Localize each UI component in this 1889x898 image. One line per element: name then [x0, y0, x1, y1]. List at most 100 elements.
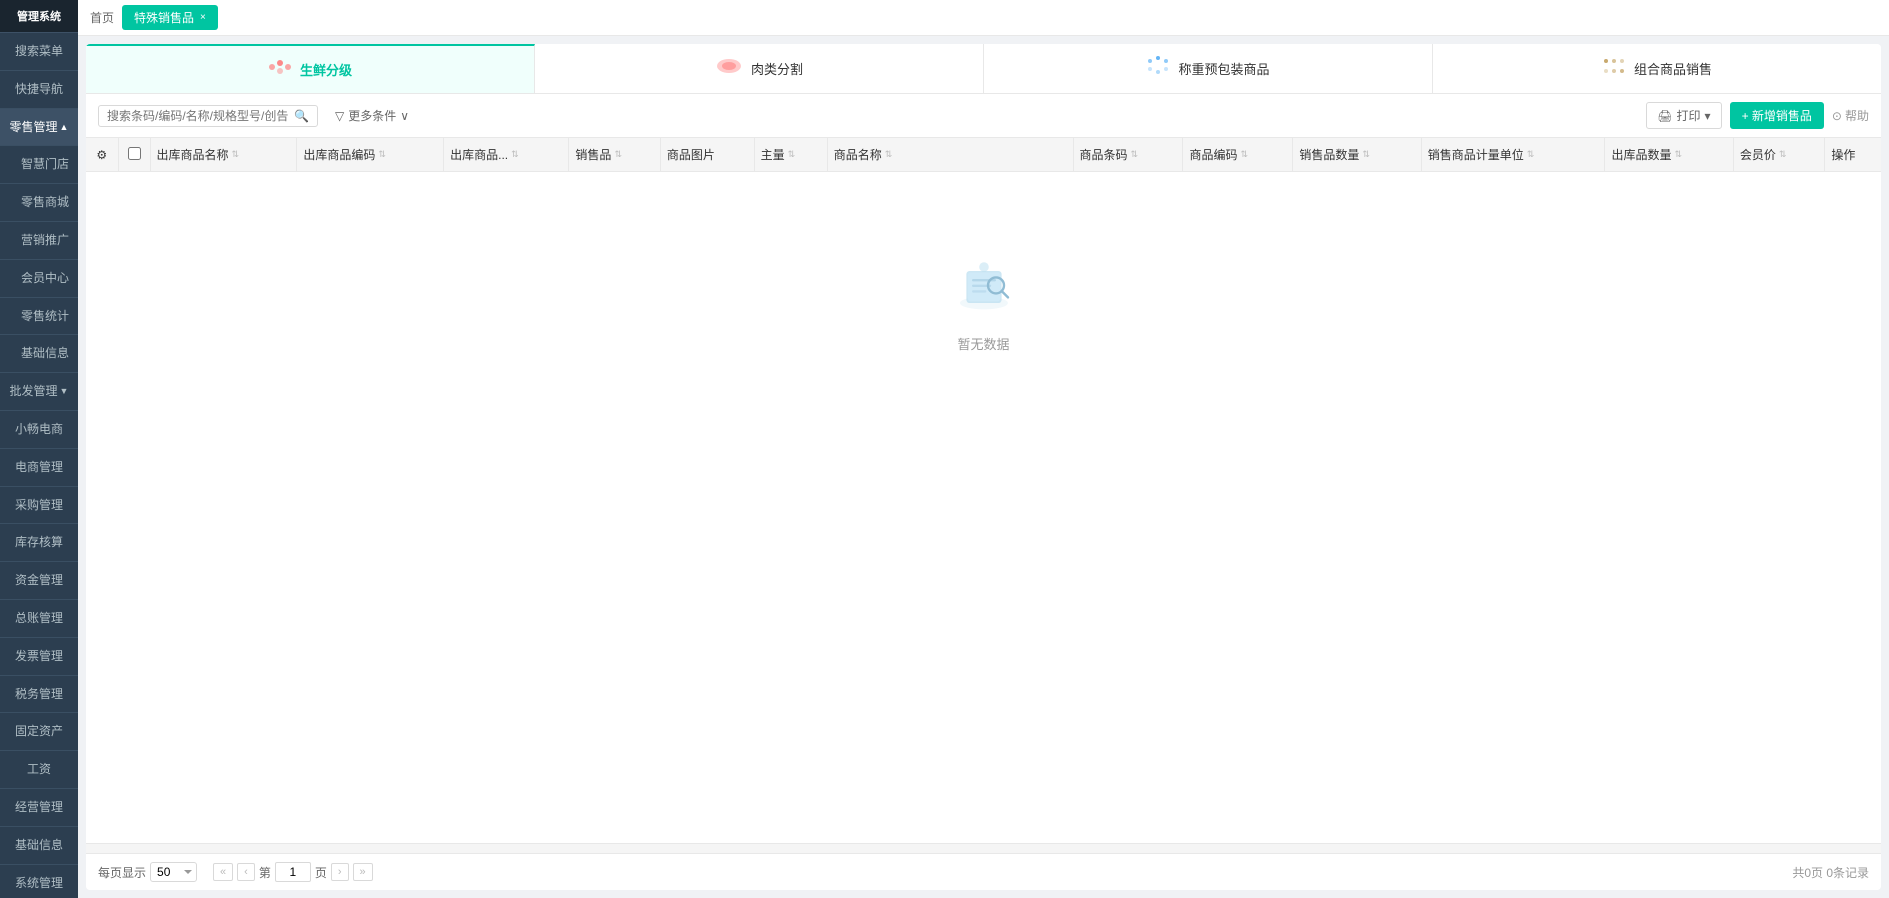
sidebar-item-retail-mall[interactable]: 零售商城: [0, 184, 78, 222]
search-icon[interactable]: 🔍: [294, 109, 309, 123]
category-tabs: 生鲜分级 肉类分割: [86, 44, 1881, 94]
new-product-label: + 新增销售品: [1742, 107, 1812, 124]
page-label: 第: [259, 864, 271, 881]
col-sale-quantity[interactable]: 销售品数量⇅: [1293, 138, 1421, 172]
sidebar-item-sys-mgmt[interactable]: 系统管理: [0, 865, 78, 898]
search-input[interactable]: [107, 109, 290, 123]
sidebar-item-basic-info-1[interactable]: 基础信息: [0, 335, 78, 373]
tab-close-icon[interactable]: ×: [200, 12, 206, 23]
col-settings[interactable]: ⚙: [86, 138, 118, 172]
sidebar-item-member-center[interactable]: 会员中心: [0, 260, 78, 298]
page-content: 生鲜分级 肉类分割: [86, 44, 1881, 890]
col-product-image: 商品图片: [660, 138, 754, 172]
per-page-select[interactable]: 10 20 50 100: [150, 862, 197, 882]
help-label: 帮助: [1845, 107, 1869, 124]
col-sale-unit[interactable]: 销售商品计量单位⇅: [1421, 138, 1605, 172]
print-label: 打印: [1677, 107, 1701, 124]
sidebar: 管理系统 搜索菜单 快捷导航 零售管理 ▲ 智慧门店 零售商城 营销推广 会员中…: [0, 0, 78, 898]
col-action: 操作: [1825, 138, 1881, 172]
print-button[interactable]: 🖨 打印 ▾: [1646, 102, 1721, 129]
filter-icon: ▽: [335, 109, 344, 123]
combo-sale-icon: [1602, 56, 1626, 81]
tab-fresh-grade-label: 生鲜分级: [300, 60, 352, 79]
sidebar-item-purchase-mgmt[interactable]: 采购管理: [0, 487, 78, 525]
col-product-barcode[interactable]: 商品条码⇅: [1073, 138, 1183, 172]
sidebar-item-smart-store[interactable]: 智慧门店: [0, 146, 78, 184]
sort-icon: ⇅: [1674, 149, 1682, 160]
sidebar-item-salary[interactable]: 工资: [0, 751, 78, 789]
fresh-grade-icon: [268, 58, 292, 81]
sidebar-item-biz-mgmt[interactable]: 经营管理: [0, 789, 78, 827]
help-button[interactable]: ⊙ 帮助: [1832, 107, 1869, 124]
tab-combo-sale[interactable]: 组合商品销售: [1433, 44, 1881, 93]
pagination-total: 共0页 0条记录: [1792, 864, 1869, 881]
toolbar-right: 🖨 打印 ▾ + 新增销售品 ⊙ 帮助: [1646, 102, 1869, 129]
col-weight[interactable]: 主量⇅: [754, 138, 827, 172]
col-member-price[interactable]: 会员价⇅: [1733, 138, 1825, 172]
col-sale-product[interactable]: 销售品⇅: [569, 138, 661, 172]
sort-icon: ⇅: [788, 149, 796, 160]
print-icon: 🖨: [1657, 109, 1672, 123]
col-out-product-name[interactable]: 出库商品名称⇅: [150, 138, 297, 172]
products-table: ⚙ 出库商品名称⇅ 出库商品编码⇅ 出库商品...⇅: [86, 138, 1881, 433]
col-out-quantity[interactable]: 出库品数量⇅: [1605, 138, 1733, 172]
first-page-button[interactable]: «: [213, 863, 233, 881]
wholesale-arrow: ▼: [60, 385, 69, 398]
sidebar-item-invoice-mgmt[interactable]: 发票管理: [0, 638, 78, 676]
topbar: 首页 特殊销售品 ×: [78, 0, 1889, 36]
col-out-product-spec[interactable]: 出库商品...⇅: [444, 138, 569, 172]
tab-combo-sale-label: 组合商品销售: [1634, 59, 1712, 78]
sort-icon: ⇅: [1779, 149, 1787, 160]
sort-icon: ⇅: [885, 149, 893, 160]
meat-cut-icon: [715, 56, 743, 81]
sidebar-item-ecom-mgmt[interactable]: 电商管理: [0, 449, 78, 487]
next-page-button[interactable]: ›: [331, 863, 349, 881]
page-number-input[interactable]: [275, 862, 311, 882]
sidebar-item-basic-info-2[interactable]: 基础信息: [0, 827, 78, 865]
table-container: ⚙ 出库商品名称⇅ 出库商品编码⇅ 出库商品...⇅: [86, 138, 1881, 843]
sidebar-item-xiao-chang[interactable]: 小畅电商: [0, 411, 78, 449]
empty-state: 暂无数据: [86, 172, 1881, 433]
filter-button[interactable]: ▽ 更多条件 ∨: [326, 103, 418, 128]
sidebar-item-search-menu[interactable]: 搜索菜单: [0, 33, 78, 71]
sidebar-item-fixed-assets[interactable]: 固定资产: [0, 713, 78, 751]
col-checkbox[interactable]: [118, 138, 150, 172]
prev-page-button[interactable]: ‹: [237, 863, 255, 881]
sidebar-item-wholesale-mgmt[interactable]: 批发管理 ▼: [0, 373, 78, 411]
pagination-bar: 每页显示 10 20 50 100 « ‹ 第 页 › » 共0页 0条记录: [86, 853, 1881, 890]
sort-icon: ⇅: [1362, 149, 1370, 160]
sidebar-item-inventory[interactable]: 库存核算: [0, 524, 78, 562]
sidebar-item-retail-mgmt[interactable]: 零售管理 ▲: [0, 109, 78, 147]
new-product-button[interactable]: + 新增销售品: [1730, 102, 1824, 129]
bottom-scrollbar[interactable]: [86, 843, 1881, 853]
sort-icon: ⇅: [1527, 149, 1535, 160]
tab-meat-cut[interactable]: 肉类分割: [535, 44, 984, 93]
sidebar-item-quick-nav[interactable]: 快捷导航: [0, 71, 78, 109]
help-icon: ⊙: [1832, 109, 1842, 123]
sort-icon: ⇅: [232, 149, 240, 160]
select-all-checkbox[interactable]: [128, 147, 141, 160]
search-box[interactable]: 🔍: [98, 105, 318, 127]
sidebar-item-tax-mgmt[interactable]: 税务管理: [0, 676, 78, 714]
main-content: 首页 特殊销售品 × 生鲜分级: [78, 0, 1889, 898]
sidebar-item-fund-mgmt[interactable]: 资金管理: [0, 562, 78, 600]
page-navigation: « ‹ 第 页 › »: [213, 862, 373, 882]
col-product-code[interactable]: 商品编码⇅: [1183, 138, 1293, 172]
sidebar-item-ledger-mgmt[interactable]: 总账管理: [0, 600, 78, 638]
home-tab[interactable]: 首页: [90, 9, 114, 26]
sort-icon: ⇅: [1240, 149, 1248, 160]
sort-icon: ⇅: [511, 149, 519, 160]
weigh-pack-icon: [1146, 56, 1170, 81]
filter-arrow-icon: ∨: [400, 109, 409, 123]
sort-icon: ⇅: [378, 149, 386, 160]
tab-weigh-pack[interactable]: 称重预包装商品: [984, 44, 1433, 93]
empty-illustration: [944, 252, 1024, 322]
filter-label: 更多条件: [348, 107, 396, 124]
tab-fresh-grade[interactable]: 生鲜分级: [86, 44, 535, 93]
sidebar-item-retail-stats[interactable]: 零售统计: [0, 298, 78, 336]
last-page-button[interactable]: »: [353, 863, 373, 881]
col-out-product-code[interactable]: 出库商品编码⇅: [297, 138, 444, 172]
active-tab[interactable]: 特殊销售品 ×: [122, 5, 218, 30]
sidebar-item-marketing[interactable]: 营销推广: [0, 222, 78, 260]
col-product-name[interactable]: 商品名称⇅: [827, 138, 1073, 172]
